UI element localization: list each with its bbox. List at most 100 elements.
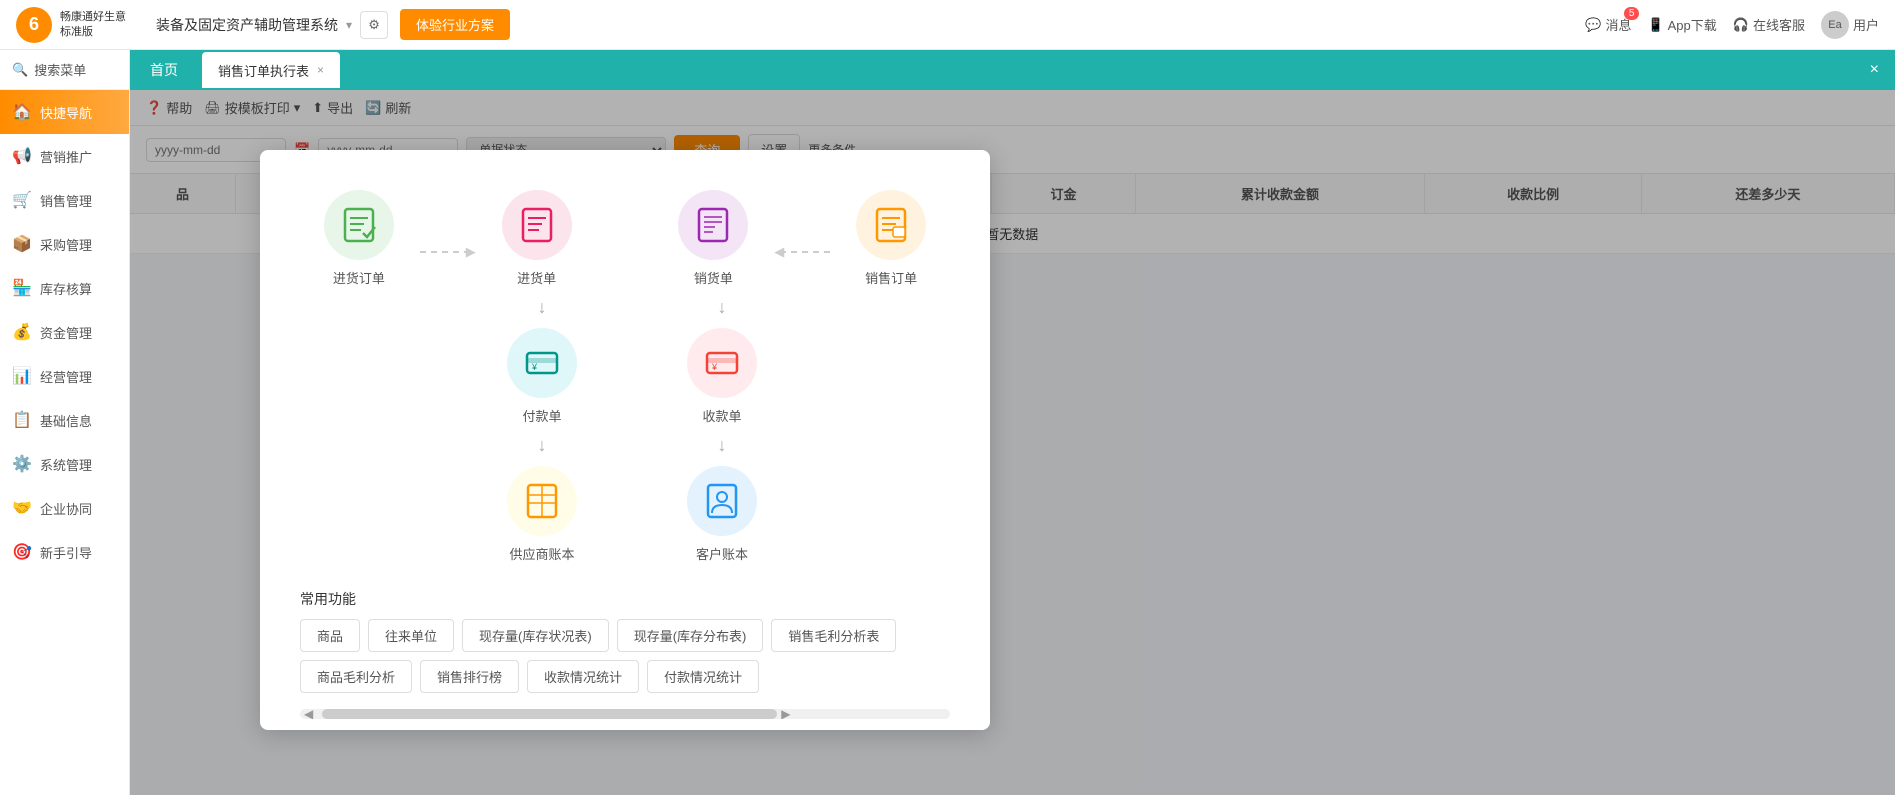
app-download-icon: 📱	[1647, 17, 1663, 33]
down-arrows-row: ↓ ↓	[300, 297, 950, 318]
system-name: 装备及固定资产辅助管理系统	[156, 15, 338, 35]
finance-icon: 💰	[12, 322, 32, 342]
sidebar: 🔍 搜索菜单 🏠 快捷导航 📢 营销推广 🛒 销售管理 📦 采购管理 🏪	[0, 50, 130, 795]
flow-row-1: 进货订单 ▶	[300, 180, 950, 297]
sidebar-item-quick-nav[interactable]: 🏠 快捷导航	[0, 90, 129, 134]
flow-node-purchase-bill[interactable]: 进货单	[478, 190, 596, 287]
sidebar-item-guide[interactable]: 🎯 新手引导	[0, 530, 129, 574]
tab-bar: 首页 销售订单执行表 × ×	[130, 50, 1895, 90]
logo-text: 畅康通好生意 标准版	[60, 10, 126, 39]
headset-icon: 🎧	[1733, 17, 1749, 33]
gear-button[interactable]: ⚙	[360, 11, 388, 39]
basic-info-icon: 📋	[12, 410, 32, 430]
sidebar-item-inventory[interactable]: 🏪 库存核算	[0, 266, 129, 310]
func-btn-payment-stats[interactable]: 付款情况统计	[647, 660, 759, 693]
app-download-button[interactable]: 📱 App下载	[1647, 15, 1716, 34]
search-icon: 🔍	[12, 62, 28, 78]
down-arrow-receipt: ↓	[662, 435, 782, 456]
trial-button[interactable]: 体验行业方案	[400, 9, 510, 40]
main-area: 🔍 搜索菜单 🏠 快捷导航 📢 营销推广 🛒 销售管理 📦 采购管理 🏪	[0, 50, 1895, 795]
enterprise-icon: 🤝	[12, 498, 32, 518]
down-arrow-purchase: ↓	[482, 297, 602, 318]
flow-node-receipt[interactable]: ¥ 收款单	[662, 328, 782, 425]
flow-node-purchase-order[interactable]: 进货订单	[300, 190, 418, 287]
sidebar-item-marketing[interactable]: 📢 营销推广	[0, 134, 129, 178]
down-arrow-sales: ↓	[662, 297, 782, 318]
customer-ledger-circle	[687, 466, 757, 536]
logo-icon: 6	[16, 7, 52, 43]
dropdown-arrow-icon[interactable]: ▾	[346, 18, 352, 32]
sidebar-item-enterprise[interactable]: 🤝 企业协同	[0, 486, 129, 530]
tab-bar-close-icon[interactable]: ×	[1854, 61, 1895, 79]
supplier-ledger-label: 供应商账本	[509, 544, 574, 563]
modal-dialog: 进货订单 ▶	[260, 150, 990, 730]
message-badge: 5	[1624, 7, 1640, 20]
top-bar: 6 畅康通好生意 标准版 装备及固定资产辅助管理系统 ▾ ⚙ 体验行业方案 💬 …	[0, 0, 1895, 50]
modal-overlay: 进货订单 ▶	[130, 90, 1895, 795]
func-btn-sales-ranking[interactable]: 销售排行榜	[420, 660, 519, 693]
purchase-order-circle	[324, 190, 394, 260]
modal-scrollbar-area: ◀ ▶	[300, 709, 950, 719]
sales-bill-label: 销货单	[694, 268, 733, 287]
sidebar-item-purchase[interactable]: 📦 采购管理	[0, 222, 129, 266]
sidebar-item-system[interactable]: ⚙️ 系统管理	[0, 442, 129, 486]
inventory-icon: 🏪	[12, 278, 32, 298]
down-arrows-row-2: ↓ ↓	[300, 435, 950, 456]
scrollbar-left-arrow[interactable]: ◀	[300, 709, 317, 719]
func-btn-contacts[interactable]: 往来单位	[368, 619, 454, 652]
system-icon: ⚙️	[12, 454, 32, 474]
operations-icon: 📊	[12, 366, 32, 386]
user-profile-button[interactable]: Ea 用户	[1821, 11, 1879, 39]
func-buttons-container: 商品 往来单位 现存量(库存状况表) 现存量(库存分布表) 销售毛利分析表 商品…	[300, 619, 950, 693]
message-button[interactable]: 💬 消息 5	[1585, 15, 1631, 34]
svg-text:¥: ¥	[711, 362, 718, 372]
flow-node-payment[interactable]: ¥ 付款单	[482, 328, 602, 425]
flow-row-3: 供应商账本 客户账本	[300, 456, 950, 573]
purchase-bill-label: 进货单	[517, 268, 556, 287]
sidebar-item-basic-info[interactable]: 📋 基础信息	[0, 398, 129, 442]
message-icon: 💬	[1585, 17, 1601, 33]
func-btn-collection-stats[interactable]: 收款情况统计	[527, 660, 639, 693]
arrow-left-1: ◀	[774, 218, 830, 260]
flow-row-2: ¥ 付款单 ¥	[300, 318, 950, 435]
flow-node-sales-bill[interactable]: 销货单	[654, 190, 772, 287]
content-area: 首页 销售订单执行表 × × ❓ 帮助 🖨 按模板打印	[130, 50, 1895, 795]
sidebar-item-finance[interactable]: 💰 资金管理	[0, 310, 129, 354]
avatar: Ea	[1821, 11, 1849, 39]
sidebar-item-sales[interactable]: 🛒 销售管理	[0, 178, 129, 222]
common-funcs: 常用功能 商品 往来单位 现存量(库存状况表) 现存量(库存分布表) 销售毛利分…	[300, 589, 950, 693]
online-service-button[interactable]: 🎧 在线客服	[1733, 15, 1805, 34]
page-content: ❓ 帮助 🖨 按模板打印 ▾ ⬆ 导出 🔄 刷新	[130, 90, 1895, 795]
sales-icon: 🛒	[12, 190, 32, 210]
svg-text:¥: ¥	[531, 362, 538, 372]
func-btn-current-stock-status[interactable]: 现存量(库存状况表)	[462, 619, 609, 652]
func-btn-sales-profit[interactable]: 销售毛利分析表	[771, 619, 896, 652]
tab-home[interactable]: 首页	[130, 50, 198, 90]
flow-node-sales-order[interactable]: 销售订单	[832, 190, 950, 287]
func-btn-goods[interactable]: 商品	[300, 619, 360, 652]
search-menu-item[interactable]: 🔍 搜索菜单	[0, 50, 129, 90]
payment-label: 付款单	[522, 406, 561, 425]
arrow-right-1: ▶	[420, 218, 476, 260]
flow-node-supplier-ledger[interactable]: 供应商账本	[482, 466, 602, 563]
tab-close-icon[interactable]: ×	[317, 63, 324, 77]
purchase-order-label: 进货订单	[333, 268, 385, 287]
scrollbar-right-arrow[interactable]: ▶	[777, 709, 794, 719]
sidebar-item-operations[interactable]: 📊 经营管理	[0, 354, 129, 398]
func-btn-current-stock-dist[interactable]: 现存量(库存分布表)	[617, 619, 764, 652]
receipt-label: 收款单	[702, 406, 741, 425]
tab-sales-order-exec[interactable]: 销售订单执行表 ×	[202, 52, 340, 88]
sales-order-label: 销售订单	[865, 268, 917, 287]
sales-bill-circle	[678, 190, 748, 260]
func-btn-goods-profit[interactable]: 商品毛利分析	[300, 660, 412, 693]
scrollbar-thumb[interactable]	[322, 709, 777, 719]
modal-scrollbar[interactable]: ◀ ▶	[300, 709, 950, 719]
app-container: 6 畅康通好生意 标准版 装备及固定资产辅助管理系统 ▾ ⚙ 体验行业方案 💬 …	[0, 0, 1895, 795]
sales-order-circle	[856, 190, 926, 260]
system-title: 装备及固定资产辅助管理系统 ▾	[156, 15, 352, 35]
flow-diagram: 进货订单 ▶	[300, 180, 950, 573]
home-icon: 🏠	[12, 102, 32, 122]
flow-node-customer-ledger[interactable]: 客户账本	[662, 466, 782, 563]
payment-circle: ¥	[507, 328, 577, 398]
customer-ledger-label: 客户账本	[696, 544, 748, 563]
